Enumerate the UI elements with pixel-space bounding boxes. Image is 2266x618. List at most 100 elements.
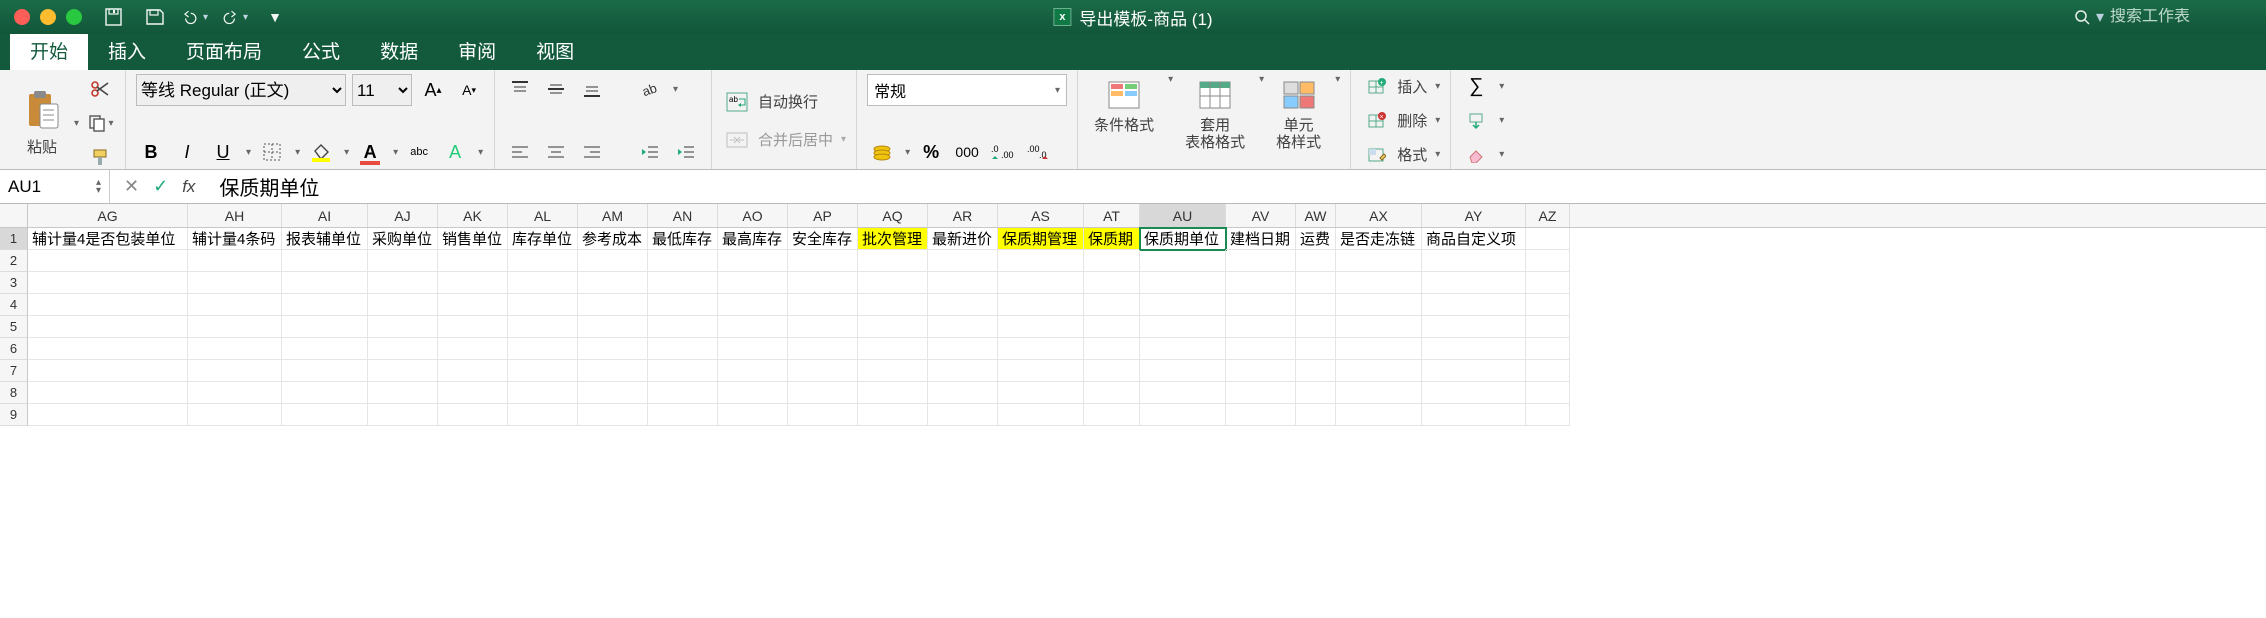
cell-AO9[interactable]	[718, 404, 788, 426]
cell-AL4[interactable]	[508, 294, 578, 316]
cell-AL3[interactable]	[508, 272, 578, 294]
column-header-AQ[interactable]: AQ	[858, 204, 928, 227]
column-header-AS[interactable]: AS	[998, 204, 1084, 227]
cell-AP9[interactable]	[788, 404, 858, 426]
cell-AM9[interactable]	[578, 404, 648, 426]
cell-AQ9[interactable]	[858, 404, 928, 426]
cell-AJ1[interactable]: 采购单位	[368, 228, 438, 250]
cell-AN8[interactable]	[648, 382, 718, 404]
column-header-AX[interactable]: AX	[1336, 204, 1422, 227]
fill-button[interactable]	[1461, 106, 1491, 136]
cell-AY3[interactable]	[1422, 272, 1526, 294]
row-header-5[interactable]: 5	[0, 316, 28, 338]
cell-AR8[interactable]	[928, 382, 998, 404]
row-header-6[interactable]: 6	[0, 338, 28, 360]
cell-AH1[interactable]: 辅计量4条码	[188, 228, 282, 250]
cell-AZ8[interactable]	[1526, 382, 1570, 404]
cell-AN1[interactable]: 最低库存	[648, 228, 718, 250]
align-middle-button[interactable]	[541, 74, 571, 104]
cell-AR6[interactable]	[928, 338, 998, 360]
cell-AU7[interactable]	[1140, 360, 1226, 382]
cell-AZ2[interactable]	[1526, 250, 1570, 272]
cell-AL5[interactable]	[508, 316, 578, 338]
cell-AH5[interactable]	[188, 316, 282, 338]
column-header-AT[interactable]: AT	[1084, 204, 1140, 227]
column-header-AP[interactable]: AP	[788, 204, 858, 227]
cell-AG2[interactable]	[28, 250, 188, 272]
cell-AM6[interactable]	[578, 338, 648, 360]
borders-button[interactable]	[257, 137, 287, 167]
qat-customize-icon[interactable]: ▼	[262, 6, 288, 28]
cell-AR1[interactable]: 最新进价	[928, 228, 998, 250]
column-header-AH[interactable]: AH	[188, 204, 282, 227]
cell-AY8[interactable]	[1422, 382, 1526, 404]
cell-AP4[interactable]	[788, 294, 858, 316]
column-header-AK[interactable]: AK	[438, 204, 508, 227]
conditional-format-button[interactable]: 条件格式	[1088, 74, 1160, 137]
cell-AG4[interactable]	[28, 294, 188, 316]
cell-AG1[interactable]: 辅计量4是否包装单位	[28, 228, 188, 250]
autosave-icon[interactable]	[102, 6, 128, 28]
cell-AU5[interactable]	[1140, 316, 1226, 338]
cell-AJ8[interactable]	[368, 382, 438, 404]
cell-AV4[interactable]	[1226, 294, 1296, 316]
fill-color-button[interactable]	[306, 137, 336, 167]
row-header-8[interactable]: 8	[0, 382, 28, 404]
search-box[interactable]: ▾	[2074, 7, 2250, 27]
cell-AP3[interactable]	[788, 272, 858, 294]
cell-AI5[interactable]	[282, 316, 368, 338]
cell-AS2[interactable]	[998, 250, 1084, 272]
cell-AV5[interactable]	[1226, 316, 1296, 338]
cell-AI9[interactable]	[282, 404, 368, 426]
cell-AY9[interactable]	[1422, 404, 1526, 426]
autosum-button[interactable]: ∑	[1461, 72, 1491, 102]
phonetic-button[interactable]: abc	[404, 137, 434, 167]
row-header-2[interactable]: 2	[0, 250, 28, 272]
tab-formulas[interactable]: 公式	[282, 31, 360, 70]
cell-AT4[interactable]	[1084, 294, 1140, 316]
cell-AK4[interactable]	[438, 294, 508, 316]
cell-AN6[interactable]	[648, 338, 718, 360]
cell-AI7[interactable]	[282, 360, 368, 382]
cell-AI8[interactable]	[282, 382, 368, 404]
cell-AG7[interactable]	[28, 360, 188, 382]
row-header-4[interactable]: 4	[0, 294, 28, 316]
decrease-font-button[interactable]: A▾	[454, 75, 484, 105]
cell-AQ5[interactable]	[858, 316, 928, 338]
row-header-7[interactable]: 7	[0, 360, 28, 382]
cell-AN7[interactable]	[648, 360, 718, 382]
cell-AL8[interactable]	[508, 382, 578, 404]
cell-AL1[interactable]: 库存单位	[508, 228, 578, 250]
cell-AO7[interactable]	[718, 360, 788, 382]
cell-AK5[interactable]	[438, 316, 508, 338]
cell-AH3[interactable]	[188, 272, 282, 294]
paste-button[interactable]: 粘贴	[18, 88, 66, 159]
close-window-button[interactable]	[14, 9, 30, 25]
cell-AR7[interactable]	[928, 360, 998, 382]
cell-AU1[interactable]: 保质期单位	[1140, 228, 1226, 250]
cell-AT5[interactable]	[1084, 316, 1140, 338]
cell-AQ1[interactable]: 批次管理	[858, 228, 928, 250]
cell-AW6[interactable]	[1296, 338, 1336, 360]
cell-AH9[interactable]	[188, 404, 282, 426]
cell-AZ7[interactable]	[1526, 360, 1570, 382]
currency-button[interactable]	[867, 137, 897, 167]
column-header-AR[interactable]: AR	[928, 204, 998, 227]
cell-AY5[interactable]	[1422, 316, 1526, 338]
cell-AJ2[interactable]	[368, 250, 438, 272]
font-size-select[interactable]: 11	[352, 74, 412, 106]
cell-AQ4[interactable]	[858, 294, 928, 316]
font-color-button[interactable]: A	[355, 137, 385, 167]
cell-AV3[interactable]	[1226, 272, 1296, 294]
cell-AO4[interactable]	[718, 294, 788, 316]
cell-AJ9[interactable]	[368, 404, 438, 426]
cell-AK2[interactable]	[438, 250, 508, 272]
cell-AJ5[interactable]	[368, 316, 438, 338]
phonetic-a-button[interactable]: A	[440, 137, 470, 167]
cell-AK1[interactable]: 销售单位	[438, 228, 508, 250]
cell-AS4[interactable]	[998, 294, 1084, 316]
cell-AM5[interactable]	[578, 316, 648, 338]
cell-AZ9[interactable]	[1526, 404, 1570, 426]
column-header-AU[interactable]: AU	[1140, 204, 1226, 227]
cell-AQ7[interactable]	[858, 360, 928, 382]
